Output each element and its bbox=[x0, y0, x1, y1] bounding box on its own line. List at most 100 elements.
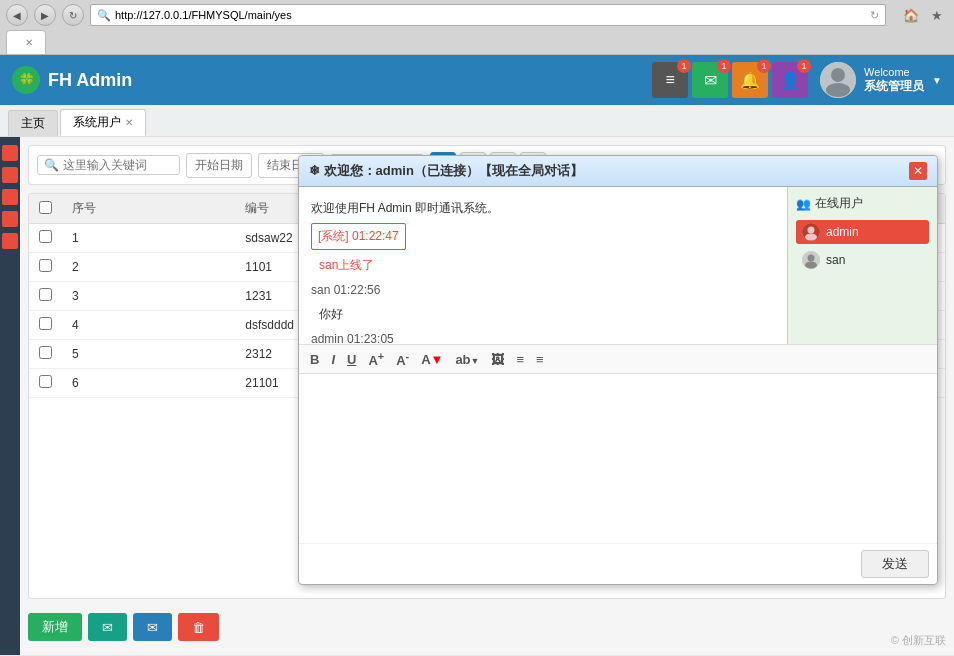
search-icon: 🔍 bbox=[97, 9, 111, 22]
chat-messages: 欢迎使用FH Admin 即时通讯系统。 [系统] 01:22:47 san上线… bbox=[299, 187, 787, 344]
sidebar-btn-1[interactable] bbox=[2, 145, 18, 161]
header-user[interactable]: Welcome 系统管理员 ▼ bbox=[820, 62, 942, 98]
row-checkbox-1[interactable] bbox=[39, 259, 52, 272]
svg-point-7 bbox=[808, 255, 815, 262]
start-date-input[interactable]: 开始日期 bbox=[186, 153, 252, 178]
menu-badge: 1 bbox=[677, 59, 691, 73]
logo-icon: 🍀 bbox=[12, 66, 40, 94]
app-tabs: 主页 系统用户 ✕ bbox=[0, 105, 954, 137]
add-btn[interactable]: 新增 bbox=[28, 613, 82, 641]
back-btn[interactable]: ◀ bbox=[6, 4, 28, 26]
highlight-btn[interactable]: ab▼ bbox=[452, 351, 482, 368]
svg-point-5 bbox=[805, 234, 817, 241]
sidebar-btn-2[interactable] bbox=[2, 167, 18, 183]
watermark: © 创新互联 bbox=[891, 633, 946, 648]
bell-badge: 1 bbox=[757, 59, 771, 73]
online-users-icon: 👥 bbox=[796, 197, 811, 211]
row-checkbox-0[interactable] bbox=[39, 230, 52, 243]
browser-chrome: ◀ ▶ ↻ 🔍 ↻ 🏠 ★ ✕ bbox=[0, 0, 954, 55]
bold-btn[interactable]: B bbox=[307, 351, 322, 368]
cell-seq-2: 3 bbox=[62, 282, 235, 311]
chat-online-panel: 👥 在线用户 admin san bbox=[787, 187, 937, 344]
system-msg-1-text: san上线了 bbox=[311, 255, 775, 277]
sidebar-btn-4[interactable] bbox=[2, 211, 18, 227]
chat-toolbar: B I U A+ A- A▼ ab▼ 🖼 ≡ ≡ bbox=[299, 344, 937, 374]
image-btn[interactable]: 🖼 bbox=[488, 351, 507, 368]
chat-header: ❄ 欢迎您：admin（已连接）【现在全局对话】 ✕ bbox=[299, 156, 937, 187]
san-msg-1-time: san 01:22:56 bbox=[311, 280, 775, 302]
send-btn[interactable]: 发送 bbox=[861, 550, 929, 578]
tab-home[interactable]: 主页 bbox=[8, 110, 58, 136]
menu-icon: ≡ bbox=[665, 71, 674, 89]
ol-btn[interactable]: ≡ bbox=[513, 351, 527, 368]
header-right: ≡ 1 ✉ 1 🔔 1 👤 1 Welcome 系统管理 bbox=[652, 62, 942, 98]
font-larger-btn[interactable]: A+ bbox=[365, 349, 387, 369]
user-info: Welcome 系统管理员 bbox=[864, 65, 924, 95]
italic-btn[interactable]: I bbox=[328, 351, 338, 368]
tab-system-user[interactable]: 系统用户 ✕ bbox=[60, 109, 146, 136]
online-title: 👥 在线用户 bbox=[796, 195, 929, 212]
sidebar-btn-5[interactable] bbox=[2, 233, 18, 249]
refresh-icon: ↻ bbox=[870, 9, 879, 22]
san-avatar bbox=[802, 251, 820, 269]
username-display: 系统管理员 bbox=[864, 79, 924, 95]
bottom-actions: 新增 ✉ ✉ 🗑 bbox=[28, 607, 946, 647]
online-title-label: 在线用户 bbox=[815, 195, 863, 212]
ul-btn[interactable]: ≡ bbox=[533, 351, 547, 368]
chat-footer: 发送 bbox=[299, 543, 937, 584]
search-input-wrap: 🔍 bbox=[37, 155, 180, 175]
bell-btn[interactable]: 🔔 1 bbox=[732, 62, 768, 98]
row-checkbox-3[interactable] bbox=[39, 317, 52, 330]
app-logo: 🍀 FH Admin bbox=[12, 66, 652, 94]
search-input[interactable] bbox=[63, 158, 173, 172]
admin-avatar bbox=[802, 223, 820, 241]
underline-btn[interactable]: U bbox=[344, 351, 359, 368]
row-checkbox-2[interactable] bbox=[39, 288, 52, 301]
chat-modal: ❄ 欢迎您：admin（已连接）【现在全局对话】 ✕ 欢迎使用FH Admin … bbox=[298, 155, 938, 585]
refresh-btn[interactable]: ↻ bbox=[62, 4, 84, 26]
col-seq: 序号 bbox=[62, 194, 235, 224]
admin-label: admin bbox=[826, 225, 859, 239]
cell-seq-0: 1 bbox=[62, 224, 235, 253]
sidebar-btn-3[interactable] bbox=[2, 189, 18, 205]
search-icon: 🔍 bbox=[44, 158, 59, 172]
select-all-checkbox[interactable] bbox=[39, 201, 52, 214]
home-icon[interactable]: 🏠 bbox=[900, 4, 922, 26]
browser-tab-fhadmin[interactable]: ✕ bbox=[6, 30, 46, 54]
font-color-btn[interactable]: A▼ bbox=[418, 351, 446, 368]
menu-btn[interactable]: ≡ 1 bbox=[652, 62, 688, 98]
san-label: san bbox=[826, 253, 845, 267]
tab-system-user-close-icon[interactable]: ✕ bbox=[125, 117, 133, 128]
user-purple-btn[interactable]: 👤 1 bbox=[772, 62, 808, 98]
address-input[interactable] bbox=[115, 9, 866, 21]
svg-point-4 bbox=[808, 227, 815, 234]
chat-input[interactable] bbox=[299, 374, 937, 543]
font-smaller-btn[interactable]: A- bbox=[393, 349, 412, 369]
admin-msg-1-time: admin 01:23:05 bbox=[311, 329, 775, 344]
user-icon: 👤 bbox=[780, 71, 800, 90]
forward-btn[interactable]: ▶ bbox=[34, 4, 56, 26]
tab-home-label: 主页 bbox=[21, 115, 45, 132]
mail2-btn[interactable]: ✉ bbox=[133, 613, 172, 641]
san-msg-1-text: 你好 bbox=[311, 304, 775, 326]
online-user-admin[interactable]: admin bbox=[796, 220, 929, 244]
bell-icon: 🔔 bbox=[740, 71, 760, 90]
bookmark-icon[interactable]: ★ bbox=[926, 4, 948, 26]
svg-point-1 bbox=[831, 68, 845, 82]
tab-close-icon[interactable]: ✕ bbox=[25, 37, 33, 48]
email-btn[interactable]: ✉ 1 bbox=[692, 62, 728, 98]
svg-point-2 bbox=[826, 83, 850, 97]
mail1-btn[interactable]: ✉ bbox=[88, 613, 127, 641]
online-user-san[interactable]: san bbox=[796, 248, 929, 272]
cell-seq-5: 6 bbox=[62, 369, 235, 398]
delete-btn[interactable]: 🗑 bbox=[178, 613, 219, 641]
row-checkbox-4[interactable] bbox=[39, 346, 52, 359]
chat-welcome-msg: 欢迎使用FH Admin 即时通讯系统。 bbox=[311, 198, 775, 220]
row-checkbox-5[interactable] bbox=[39, 375, 52, 388]
chat-body: 欢迎使用FH Admin 即时通讯系统。 [系统] 01:22:47 san上线… bbox=[299, 187, 937, 344]
dropdown-arrow-icon: ▼ bbox=[932, 75, 942, 86]
avatar bbox=[820, 62, 856, 98]
svg-point-8 bbox=[805, 262, 817, 269]
welcome-label: Welcome bbox=[864, 65, 924, 79]
chat-close-btn[interactable]: ✕ bbox=[909, 162, 927, 180]
